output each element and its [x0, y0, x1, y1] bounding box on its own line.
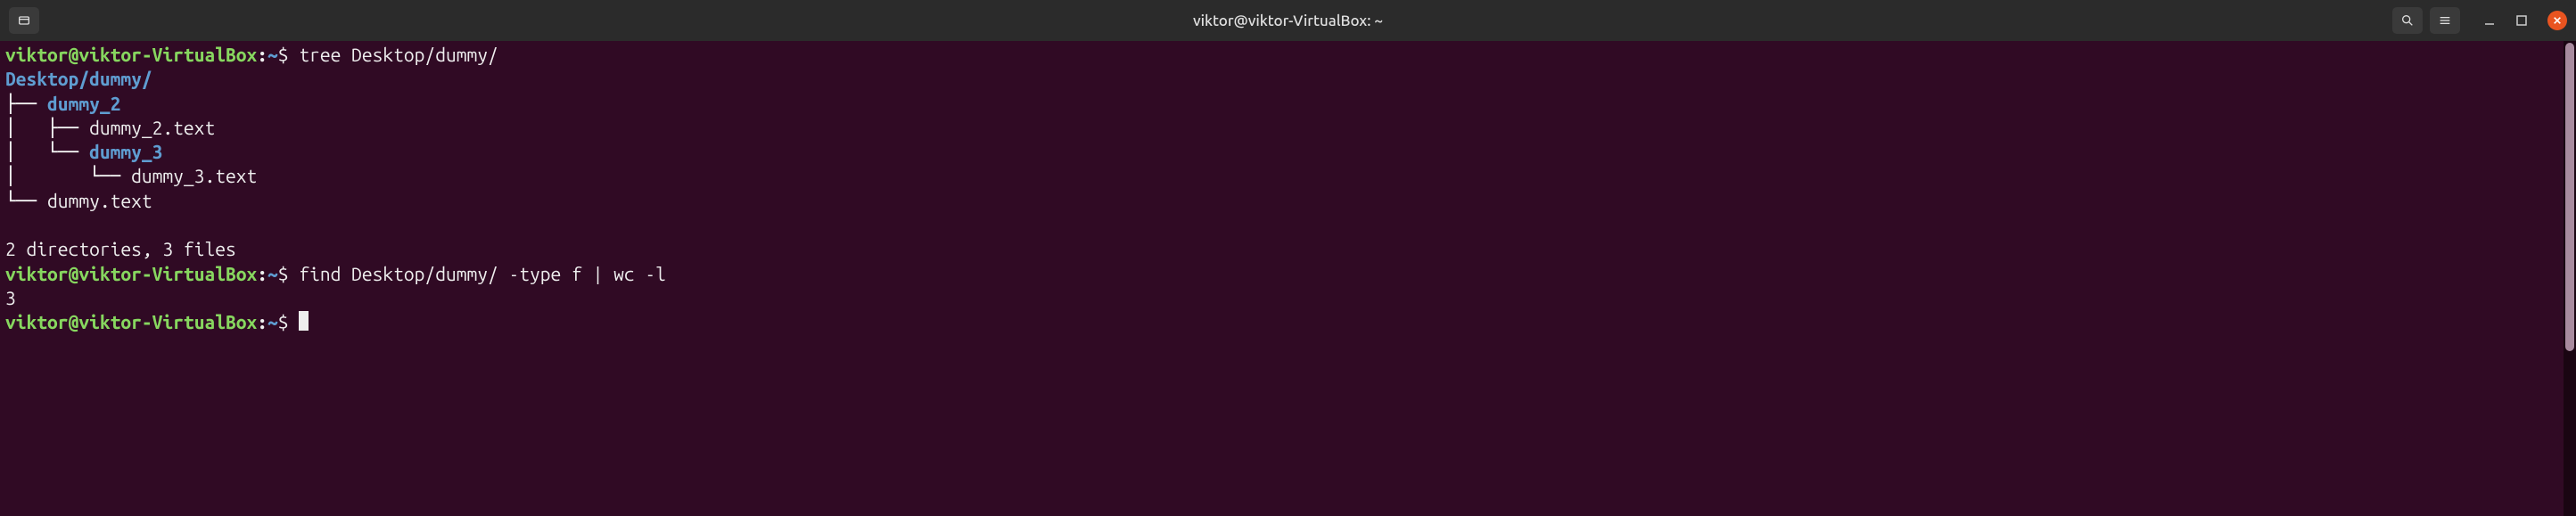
terminal-body[interactable]: viktor@viktor-VirtualBox:~$ tree Desktop… — [0, 41, 2576, 516]
prompt-line-1: viktor@viktor-VirtualBox:~$ tree Desktop… — [5, 43, 2571, 67]
blank-line-1 — [5, 213, 2571, 237]
command-2: find Desktop/dummy/ -type f | wc -l — [289, 263, 666, 284]
titlebar: viktor@viktor-VirtualBox: ~ — [0, 0, 2576, 41]
close-icon — [2553, 16, 2562, 25]
tree-root-text: Desktop/dummy/ — [5, 68, 152, 89]
minimize-button[interactable] — [2483, 14, 2496, 27]
tree-branch-1: ├── — [5, 93, 47, 114]
command-1: tree Desktop/dummy/ — [289, 44, 498, 65]
prompt-colon-2: : — [257, 263, 267, 284]
hamburger-icon — [2438, 13, 2452, 28]
new-tab-icon — [17, 13, 31, 28]
command-1-text: tree Desktop/dummy/ — [299, 44, 498, 65]
prompt-user: viktor — [5, 44, 69, 65]
tree-dir-2: dummy_3 — [89, 141, 162, 162]
maximize-button[interactable] — [2515, 14, 2528, 27]
search-icon — [2400, 13, 2415, 28]
titlebar-left — [9, 7, 39, 34]
prompt-user-3: viktor — [5, 311, 69, 332]
prompt-at: @ — [69, 44, 79, 65]
prompt-colon: : — [257, 44, 267, 65]
tree-dir-1: dummy_2 — [47, 93, 120, 114]
prompt-host-3: viktor-VirtualBox — [78, 311, 257, 332]
window-controls — [2483, 11, 2567, 30]
cursor — [299, 311, 309, 331]
new-tab-button[interactable] — [9, 7, 39, 34]
prompt-symbol-2: $ — [278, 263, 289, 284]
prompt-line-3: viktor@viktor-VirtualBox:~$ — [5, 310, 2571, 334]
prompt-path-2: ~ — [267, 263, 278, 284]
search-button[interactable] — [2392, 7, 2423, 34]
command-2-text: find Desktop/dummy/ -type f | wc -l — [299, 263, 666, 284]
tree-line-2: │ ├── dummy_2.text — [5, 116, 2571, 140]
prompt-symbol: $ — [278, 44, 289, 65]
scrollbar[interactable] — [2564, 41, 2576, 516]
tree-line-5: └── dummy.text — [5, 189, 2571, 213]
prompt-host-2: viktor-VirtualBox — [78, 263, 257, 284]
wc-output: 3 — [5, 286, 2571, 310]
close-button[interactable] — [2547, 11, 2567, 30]
maximize-icon — [2516, 15, 2527, 26]
cursor-area — [289, 311, 309, 332]
window-title: viktor@viktor-VirtualBox: ~ — [1193, 12, 1383, 29]
minimize-icon — [2484, 15, 2495, 26]
prompt-at-2: @ — [69, 263, 79, 284]
tree-line-4: │ └── dummy_3.text — [5, 164, 2571, 188]
prompt-line-2: viktor@viktor-VirtualBox:~$ find Desktop… — [5, 262, 2571, 286]
tree-summary: 2 directories, 3 files — [5, 237, 2571, 261]
titlebar-right — [2392, 7, 2567, 34]
tree-root: Desktop/dummy/ — [5, 67, 2571, 91]
prompt-symbol-3: $ — [278, 311, 289, 332]
prompt-host: viktor-VirtualBox — [78, 44, 257, 65]
prompt-path: ~ — [267, 44, 278, 65]
tree-line-1: ├── dummy_2 — [5, 92, 2571, 116]
tree-branch-3: │ └── — [5, 141, 89, 162]
prompt-at-3: @ — [69, 311, 79, 332]
prompt-user-2: viktor — [5, 263, 69, 284]
prompt-colon-3: : — [257, 311, 267, 332]
scrollbar-thumb[interactable] — [2565, 43, 2574, 351]
tree-line-3: │ └── dummy_3 — [5, 140, 2571, 164]
prompt-path-3: ~ — [267, 311, 278, 332]
menu-button[interactable] — [2430, 7, 2460, 34]
